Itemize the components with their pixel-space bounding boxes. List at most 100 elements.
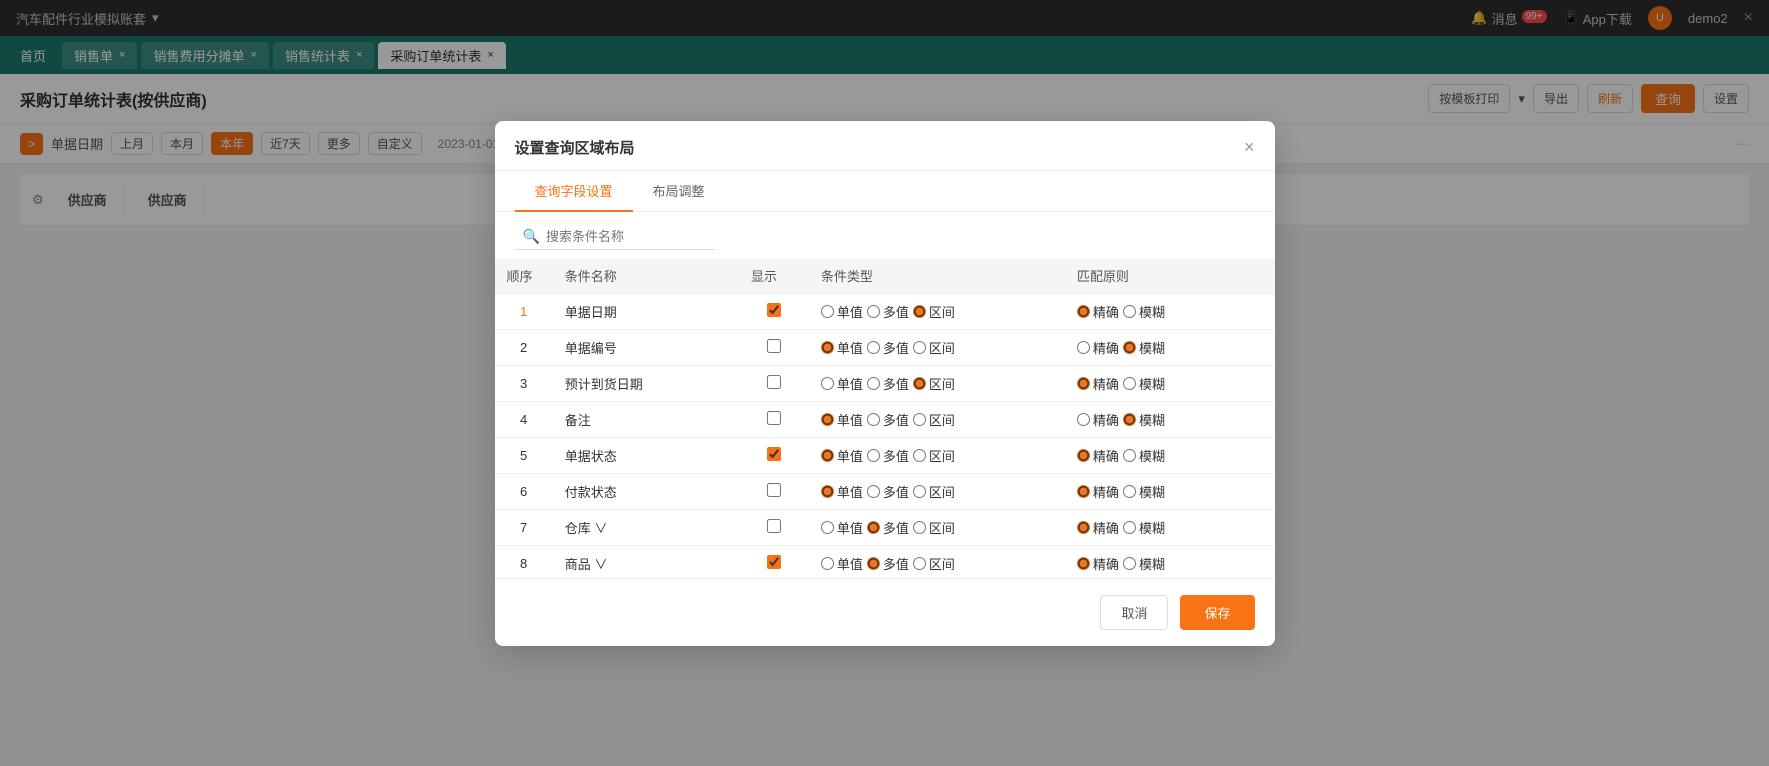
display-checkbox[interactable] <box>767 339 781 353</box>
type-radio-item[interactable]: 多值 <box>867 518 909 537</box>
type-radio-item[interactable]: 单值 <box>821 482 863 501</box>
match-radio-item[interactable]: 模糊 <box>1123 518 1165 537</box>
type-radio-item[interactable]: 区间 <box>913 482 955 501</box>
display-checkbox[interactable] <box>767 555 781 569</box>
type-radio-item[interactable]: 多值 <box>867 410 909 429</box>
th-seq: 顺序 <box>495 258 553 294</box>
type-radio-item[interactable]: 单值 <box>821 338 863 357</box>
match-radio-item[interactable]: 模糊 <box>1123 446 1165 465</box>
save-button[interactable]: 保存 <box>1180 595 1254 630</box>
match-radio[interactable] <box>1123 521 1136 534</box>
match-radio-item[interactable]: 模糊 <box>1123 482 1165 501</box>
match-radio-item[interactable]: 精确 <box>1077 302 1119 321</box>
type-radio[interactable] <box>913 341 926 354</box>
match-radio[interactable] <box>1077 377 1090 390</box>
match-radio-item[interactable]: 模糊 <box>1123 554 1165 573</box>
type-radio-item[interactable]: 区间 <box>913 410 955 429</box>
search-input[interactable] <box>546 229 706 244</box>
seq-value: 7 <box>520 520 527 535</box>
match-radio[interactable] <box>1077 305 1090 318</box>
type-radio-item[interactable]: 多值 <box>867 482 909 501</box>
type-radio[interactable] <box>821 413 834 426</box>
type-radio[interactable] <box>867 377 880 390</box>
type-radio[interactable] <box>821 449 834 462</box>
display-checkbox[interactable] <box>767 411 781 425</box>
match-radio-item[interactable]: 精确 <box>1077 446 1119 465</box>
type-radio-item[interactable]: 区间 <box>913 338 955 357</box>
match-radio[interactable] <box>1123 413 1136 426</box>
type-radio[interactable] <box>821 377 834 390</box>
type-radio[interactable] <box>913 557 926 570</box>
type-radio-item[interactable]: 单值 <box>821 374 863 393</box>
type-radio-item[interactable]: 单值 <box>821 302 863 321</box>
match-radio[interactable] <box>1077 341 1090 354</box>
type-radio-item[interactable]: 区间 <box>913 554 955 573</box>
type-radio[interactable] <box>867 557 880 570</box>
type-radio[interactable] <box>867 305 880 318</box>
type-radio[interactable] <box>867 341 880 354</box>
match-radio[interactable] <box>1077 413 1090 426</box>
type-radio[interactable] <box>913 485 926 498</box>
match-radio[interactable] <box>1077 485 1090 498</box>
type-radio[interactable] <box>821 521 834 534</box>
match-radio-item[interactable]: 精确 <box>1077 410 1119 429</box>
type-radio[interactable] <box>821 305 834 318</box>
match-radio-item[interactable]: 模糊 <box>1123 410 1165 429</box>
type-radio-item[interactable]: 区间 <box>913 374 955 393</box>
match-radio-item[interactable]: 模糊 <box>1123 374 1165 393</box>
type-radio[interactable] <box>913 413 926 426</box>
match-radio[interactable] <box>1077 449 1090 462</box>
type-radio-item[interactable]: 单值 <box>821 446 863 465</box>
type-radio-item[interactable]: 多值 <box>867 374 909 393</box>
type-radio[interactable] <box>867 413 880 426</box>
type-radio-item[interactable]: 区间 <box>913 302 955 321</box>
display-checkbox[interactable] <box>767 447 781 461</box>
match-radio-item[interactable]: 精确 <box>1077 374 1119 393</box>
dialog-close-button[interactable]: × <box>1244 138 1255 156</box>
table-row: 8商品 ∨单值多值区间精确模糊 <box>495 545 1275 578</box>
match-radio-item[interactable]: 模糊 <box>1123 338 1165 357</box>
display-checkbox[interactable] <box>767 483 781 497</box>
type-radio-item[interactable]: 多值 <box>867 554 909 573</box>
match-radio-item[interactable]: 模糊 <box>1123 302 1165 321</box>
type-radio-label: 区间 <box>929 554 955 573</box>
match-radio-item[interactable]: 精确 <box>1077 338 1119 357</box>
match-radio-label: 精确 <box>1093 338 1119 357</box>
type-radio-item[interactable]: 区间 <box>913 518 955 537</box>
match-radio-item[interactable]: 精确 <box>1077 554 1119 573</box>
type-radio[interactable] <box>913 305 926 318</box>
type-radio[interactable] <box>867 449 880 462</box>
match-radio-item[interactable]: 精确 <box>1077 482 1119 501</box>
display-checkbox[interactable] <box>767 303 781 317</box>
type-radio[interactable] <box>821 341 834 354</box>
display-checkbox[interactable] <box>767 519 781 533</box>
tab-query-fields[interactable]: 查询字段设置 <box>515 171 633 212</box>
match-radio[interactable] <box>1123 377 1136 390</box>
display-checkbox[interactable] <box>767 375 781 389</box>
cancel-button[interactable]: 取消 <box>1100 595 1168 630</box>
tab-layout[interactable]: 布局调整 <box>633 171 725 212</box>
type-radio[interactable] <box>913 449 926 462</box>
type-radio-item[interactable]: 多值 <box>867 446 909 465</box>
match-radio[interactable] <box>1123 557 1136 570</box>
type-radio-item[interactable]: 多值 <box>867 302 909 321</box>
type-radio[interactable] <box>821 557 834 570</box>
match-radio-item[interactable]: 精确 <box>1077 518 1119 537</box>
type-radio[interactable] <box>867 485 880 498</box>
match-radio[interactable] <box>1123 449 1136 462</box>
type-radio-item[interactable]: 单值 <box>821 518 863 537</box>
match-radio[interactable] <box>1077 557 1090 570</box>
type-radio-item[interactable]: 多值 <box>867 338 909 357</box>
type-radio[interactable] <box>913 521 926 534</box>
match-radio[interactable] <box>1077 521 1090 534</box>
type-radio-item[interactable]: 单值 <box>821 410 863 429</box>
type-radio[interactable] <box>867 521 880 534</box>
type-radio[interactable] <box>821 485 834 498</box>
type-radio-item[interactable]: 单值 <box>821 554 863 573</box>
match-radio[interactable] <box>1123 305 1136 318</box>
cell-display <box>739 329 809 365</box>
match-radio[interactable] <box>1123 341 1136 354</box>
match-radio[interactable] <box>1123 485 1136 498</box>
type-radio-item[interactable]: 区间 <box>913 446 955 465</box>
type-radio[interactable] <box>913 377 926 390</box>
